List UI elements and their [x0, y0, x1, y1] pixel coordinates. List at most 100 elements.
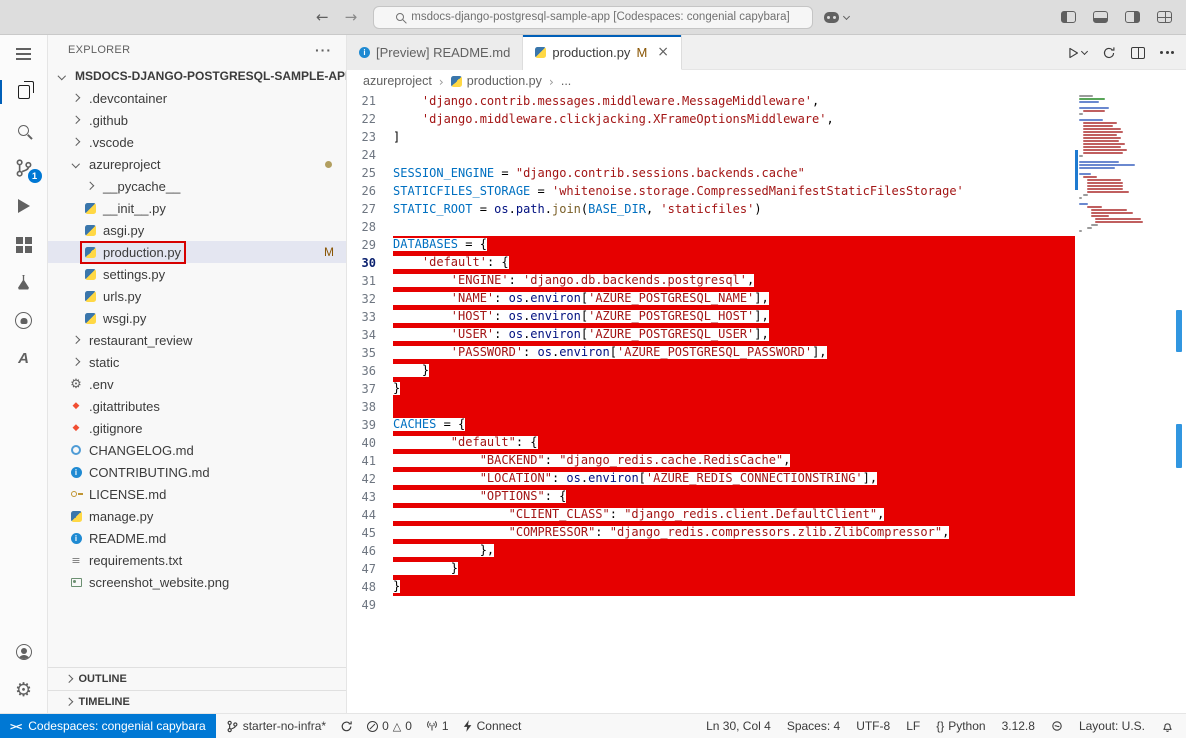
extensions-view-button[interactable] [0, 225, 48, 263]
encoding[interactable]: UTF-8 [856, 719, 890, 733]
code-line-33[interactable]: 33 'HOST': os.environ['AZURE_POSTGRESQL_… [347, 308, 1075, 326]
toggle-primary-sidebar-icon[interactable] [1061, 11, 1076, 23]
code-editor[interactable]: 21 'django.contrib.messages.middleware.M… [347, 92, 1186, 713]
code-line-35[interactable]: 35 'PASSWORD': os.environ['AZURE_POSTGRE… [347, 344, 1075, 362]
code-line-28[interactable]: 28 [347, 218, 1075, 236]
code-line-22[interactable]: 22 'django.middleware.clickjacking.XFram… [347, 110, 1075, 128]
remote-indicator[interactable]: >< Codespaces: congenial capybara [0, 714, 216, 738]
tree-item-screenshot-website-png[interactable]: screenshot_website.png [48, 571, 346, 593]
code-line-37[interactable]: 37} [347, 380, 1075, 398]
code-line-49[interactable]: 49 [347, 596, 1075, 614]
tree-item-wsgi-py[interactable]: wsgi.py [48, 307, 346, 329]
tree-item-vscode[interactable]: .vscode [48, 131, 346, 153]
back-icon[interactable]: ← [316, 8, 329, 26]
tree-item-requirements-txt[interactable]: ≡requirements.txt [48, 549, 346, 571]
close-icon[interactable]: × [657, 44, 669, 60]
code-line-40[interactable]: 40 "default": { [347, 434, 1075, 452]
open-changes-button[interactable] [1102, 46, 1116, 60]
branch-item[interactable]: starter-no-infra* [226, 719, 326, 733]
code-line-48[interactable]: 48} [347, 578, 1075, 596]
code-line-38[interactable]: 38 [347, 398, 1075, 416]
explorer-view-button[interactable] [0, 73, 48, 111]
tree-item-settings-py[interactable]: settings.py [48, 263, 346, 285]
python-version[interactable]: 3.12.8 [1002, 719, 1035, 733]
accounts-button[interactable] [0, 633, 48, 671]
timeline-section[interactable]: TIMELINE [48, 690, 346, 713]
code-line-23[interactable]: 23] [347, 128, 1075, 146]
tab-preview-readme[interactable]: i [Preview] README.md [347, 35, 523, 70]
run-debug-view-button[interactable] [0, 187, 48, 225]
problems-item[interactable]: 0 △ 0 [367, 719, 412, 733]
tree-item-manage-py[interactable]: manage.py [48, 505, 346, 527]
code-line-41[interactable]: 41 "BACKEND": "django_redis.cache.RedisC… [347, 452, 1075, 470]
eol-sequence[interactable]: LF [906, 719, 920, 733]
tree-item-azureproject[interactable]: azureproject [48, 153, 346, 175]
breadcrumb-folder[interactable]: azureproject [363, 74, 432, 88]
tree-item-readme-md[interactable]: iREADME.md [48, 527, 346, 549]
code-line-44[interactable]: 44 "CLIENT_CLASS": "django_redis.client.… [347, 506, 1075, 524]
command-center-search[interactable]: msdocs-django-postgresql-sample-app [Cod… [373, 6, 813, 29]
tree-item-restaurant-review[interactable]: restaurant_review [48, 329, 346, 351]
code-line-34[interactable]: 34 'USER': os.environ['AZURE_POSTGRESQL_… [347, 326, 1075, 344]
python-interpreter[interactable] [1051, 720, 1063, 732]
tab-production-py[interactable]: production.py M × [523, 35, 682, 70]
forward-icon[interactable]: → [345, 8, 358, 26]
ports-item[interactable]: 1 [426, 719, 449, 733]
tree-item-asgi-py[interactable]: asgi.py [48, 219, 346, 241]
customize-layout-icon[interactable] [1157, 11, 1172, 23]
tree-item-contributing-md[interactable]: iCONTRIBUTING.md [48, 461, 346, 483]
tree-item-pycache[interactable]: __pycache__ [48, 175, 346, 197]
tree-item-devcontainer[interactable]: .devcontainer [48, 87, 346, 109]
tree-item-gitattributes[interactable]: ◆.gitattributes [48, 395, 346, 417]
github-view-button[interactable] [0, 301, 48, 339]
code-line-30[interactable]: 30 'default': { [347, 254, 1075, 272]
tree-item-urls-py[interactable]: urls.py [48, 285, 346, 307]
code-line-43[interactable]: 43 "OPTIONS": { [347, 488, 1075, 506]
code-line-36[interactable]: 36 } [347, 362, 1075, 380]
language-mode[interactable]: {} Python [936, 719, 985, 733]
testing-view-button[interactable] [0, 263, 48, 301]
code-line-27[interactable]: 27STATIC_ROOT = os.path.join(BASE_DIR, '… [347, 200, 1075, 218]
tree-item-changelog-md[interactable]: CHANGELOG.md [48, 439, 346, 461]
indentation[interactable]: Spaces: 4 [787, 719, 840, 733]
azure-view-button[interactable]: A [0, 339, 48, 377]
sync-button[interactable] [340, 720, 353, 733]
tree-item-msdocs-django-postgresql-sample-app[interactable]: MSDOCS-DJANGO-POSTGRESQL-SAMPLE-APP... [48, 65, 346, 87]
code-line-26[interactable]: 26STATICFILES_STORAGE = 'whitenoise.stor… [347, 182, 1075, 200]
split-editor-button[interactable] [1131, 47, 1145, 59]
settings-button[interactable]: ⚙ [0, 671, 48, 709]
toggle-panel-icon[interactable] [1093, 11, 1108, 23]
code-line-46[interactable]: 46 }, [347, 542, 1075, 560]
tree-item-gitignore[interactable]: ◆.gitignore [48, 417, 346, 439]
code-line-21[interactable]: 21 'django.contrib.messages.middleware.M… [347, 92, 1075, 110]
code-line-47[interactable]: 47 } [347, 560, 1075, 578]
breadcrumb-symbol[interactable]: ... [561, 74, 571, 88]
toggle-secondary-sidebar-icon[interactable] [1125, 11, 1140, 23]
search-view-button[interactable] [0, 111, 48, 149]
source-control-view-button[interactable]: 1 [0, 149, 48, 187]
code-line-25[interactable]: 25SESSION_ENGINE = "django.contrib.sessi… [347, 164, 1075, 182]
more-actions-icon[interactable]: ··· [315, 42, 332, 58]
keyboard-layout[interactable]: Layout: U.S. [1079, 719, 1145, 733]
breadcrumb-file[interactable]: production.py [451, 74, 542, 88]
minimap[interactable] [1075, 92, 1170, 713]
code-line-31[interactable]: 31 'ENGINE': 'django.db.backends.postgre… [347, 272, 1075, 290]
run-python-file-button[interactable] [1066, 46, 1087, 60]
more-actions-icon[interactable] [1160, 51, 1174, 54]
cursor-position[interactable]: Ln 30, Col 4 [706, 719, 771, 733]
tree-item-production-py[interactable]: production.pyM [48, 241, 346, 263]
tree-item-env[interactable]: ⚙.env [48, 373, 346, 395]
tree-item-static[interactable]: static [48, 351, 346, 373]
tree-item-github[interactable]: .github [48, 109, 346, 131]
connect-item[interactable]: Connect [463, 719, 522, 733]
menu-button[interactable] [0, 35, 48, 73]
tree-item-init-py[interactable]: __init__.py [48, 197, 346, 219]
code-line-45[interactable]: 45 "COMPRESSOR": "django_redis.compresso… [347, 524, 1075, 542]
code-line-42[interactable]: 42 "LOCATION": os.environ['AZURE_REDIS_C… [347, 470, 1075, 488]
code-line-24[interactable]: 24 [347, 146, 1075, 164]
notifications-button[interactable] [1161, 720, 1174, 733]
tree-item-license-md[interactable]: LICENSE.md [48, 483, 346, 505]
code-line-29[interactable]: 29DATABASES = { [347, 236, 1075, 254]
code-line-32[interactable]: 32 'NAME': os.environ['AZURE_POSTGRESQL_… [347, 290, 1075, 308]
code-line-39[interactable]: 39CACHES = { [347, 416, 1075, 434]
